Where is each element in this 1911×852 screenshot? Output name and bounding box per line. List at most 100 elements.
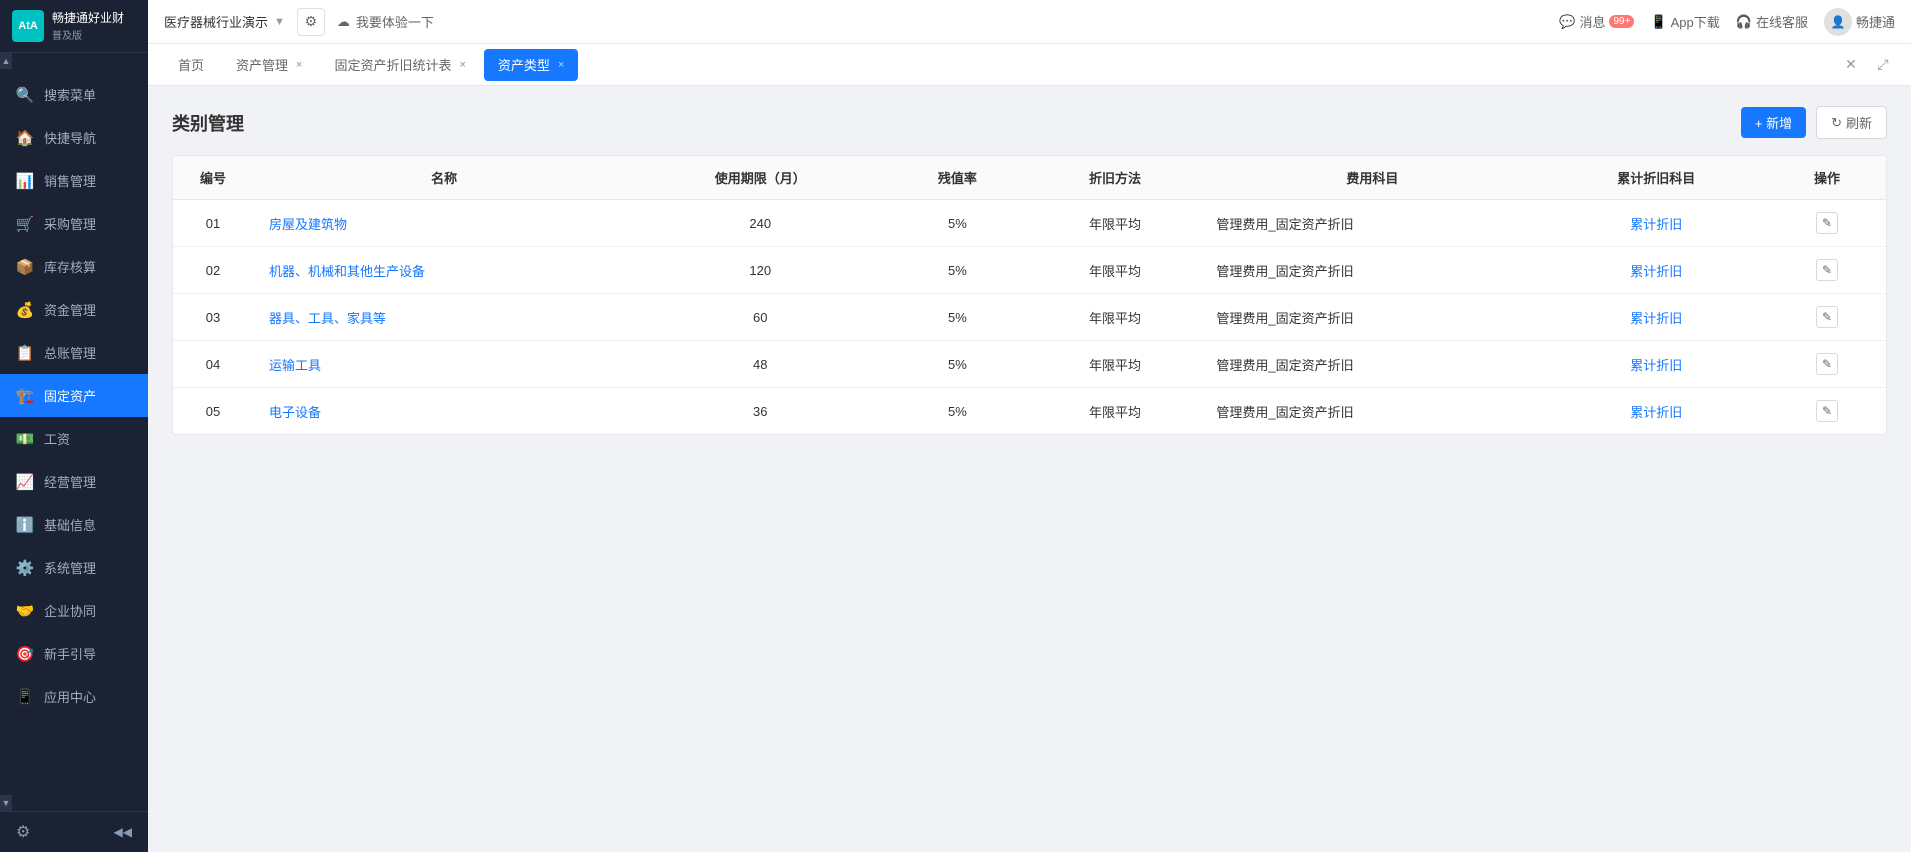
sidebar-scroll-up[interactable]: ▲: [0, 53, 12, 69]
header-actions: + 新增 ↻ 刷新: [1741, 106, 1887, 139]
sidebar-item-inventory[interactable]: 📦 库存核算: [0, 245, 148, 288]
col-header: 编号: [173, 156, 253, 200]
refresh-button[interactable]: ↻ 刷新: [1816, 106, 1887, 139]
sidebar-item-corp-collab[interactable]: 🤝 企业协同: [0, 589, 148, 632]
company-selector[interactable]: 医疗器械行业演示 ▼: [164, 12, 285, 31]
sidebar-item-label: 固定资产: [44, 386, 96, 405]
name-cell: 器具、工具、家具等: [253, 294, 635, 341]
edit-button[interactable]: ✎: [1816, 306, 1838, 328]
tab-asset-type[interactable]: 资产类型×: [484, 49, 578, 81]
residual-rate-cell: 5%: [885, 388, 1029, 435]
settings-icon[interactable]: ⚙: [16, 822, 30, 842]
sidebar-item-basic-info[interactable]: ℹ️ 基础信息: [0, 503, 148, 546]
acc-depreciation-cell: 累计折旧: [1544, 388, 1768, 435]
name-cell: 电子设备: [253, 388, 635, 435]
col-header: 名称: [253, 156, 635, 200]
topbar: 医疗器械行业演示 ▼ ⚙ ☁ 我要体验一下 💬 消息 99+ 📱 App下载 🎧…: [148, 0, 1911, 44]
page-title: 类别管理: [172, 110, 244, 136]
table-row: 03 器具、工具、家具等 60 5% 年限平均 管理费用_固定资产折旧 累计折旧…: [173, 294, 1886, 341]
mobile-icon: 📱: [1650, 14, 1666, 30]
fixed-assets-icon: 🏗️: [16, 387, 34, 405]
code-cell: 03: [173, 294, 253, 341]
guide-icon: 🎯: [16, 645, 34, 663]
table-row: 04 运输工具 48 5% 年限平均 管理费用_固定资产折旧 累计折旧 ✎: [173, 341, 1886, 388]
method-cell: 年限平均: [1030, 341, 1201, 388]
code-cell: 01: [173, 200, 253, 247]
method-cell: 年限平均: [1030, 388, 1201, 435]
fee-subject-cell: 管理费用_固定资产折旧: [1200, 294, 1544, 341]
experience-button[interactable]: ☁ 我要体验一下: [337, 12, 434, 31]
message-action[interactable]: 💬 消息 99+: [1559, 12, 1634, 31]
close-window-button[interactable]: ✕: [1839, 53, 1863, 77]
tab-label: 首页: [178, 55, 204, 74]
cloud-icon: ☁: [337, 14, 350, 30]
settings-button[interactable]: ⚙: [297, 8, 325, 36]
refresh-icon: ↻: [1831, 115, 1842, 131]
sidebar-item-finance[interactable]: 💰 资金管理: [0, 288, 148, 331]
edit-button[interactable]: ✎: [1816, 400, 1838, 422]
edit-button[interactable]: ✎: [1816, 212, 1838, 234]
tab-label: 固定资产折旧统计表: [334, 55, 451, 74]
inventory-icon: 📦: [16, 258, 34, 276]
edit-button[interactable]: ✎: [1816, 259, 1838, 281]
sidebar-item-purchase[interactable]: 🛒 采购管理: [0, 202, 148, 245]
sidebar: AtA 畅捷通好业财 普及版 ▲ 🔍 搜索菜单 🏠 快捷导航 📊 销售管理 🛒 …: [0, 0, 148, 852]
sidebar-item-payroll[interactable]: 💵 工资: [0, 417, 148, 460]
operations-icon: 📈: [16, 473, 34, 491]
sidebar-item-ledger[interactable]: 📋 总账管理: [0, 331, 148, 374]
sidebar-item-label: 库存核算: [44, 257, 96, 276]
headset-icon: 🎧: [1736, 14, 1752, 30]
company-name: 医疗器械行业演示: [164, 12, 268, 31]
sales-icon: 📊: [16, 172, 34, 190]
sidebar-item-guide[interactable]: 🎯 新手引导: [0, 632, 148, 675]
new-button[interactable]: + 新增: [1741, 107, 1806, 138]
tab-close-icon[interactable]: ×: [558, 59, 564, 71]
col-header: 残值率: [885, 156, 1029, 200]
customer-service-action[interactable]: 🎧 在线客服: [1736, 12, 1808, 31]
sidebar-item-label: 新手引导: [44, 644, 96, 663]
sidebar-scroll-down[interactable]: ▼: [0, 795, 12, 811]
fee-subject-cell: 管理费用_固定资产折旧: [1200, 200, 1544, 247]
maximize-window-button[interactable]: ⤢: [1871, 53, 1895, 77]
tab-close-icon[interactable]: ×: [459, 59, 465, 71]
purchase-icon: 🛒: [16, 215, 34, 233]
sidebar-item-operations[interactable]: 📈 经营管理: [0, 460, 148, 503]
name-cell: 运输工具: [253, 341, 635, 388]
fee-subject-cell: 管理费用_固定资产折旧: [1200, 247, 1544, 294]
sidebar-footer: ⚙ ◀◀: [0, 811, 148, 852]
action-cell: ✎: [1768, 388, 1886, 435]
table-row: 01 房屋及建筑物 240 5% 年限平均 管理费用_固定资产折旧 累计折旧 ✎: [173, 200, 1886, 247]
edit-button[interactable]: ✎: [1816, 353, 1838, 375]
collapse-icon[interactable]: ◀◀: [114, 825, 132, 839]
basic-info-icon: ℹ️: [16, 516, 34, 534]
category-table: 编号名称使用期限（月）残值率折旧方法费用科目累计折旧科目操作 01 房屋及建筑物…: [173, 156, 1886, 434]
sidebar-item-sales[interactable]: 📊 销售管理: [0, 159, 148, 202]
col-header: 累计折旧科目: [1544, 156, 1768, 200]
sidebar-item-label: 系统管理: [44, 558, 96, 577]
tab-close-icon[interactable]: ×: [296, 59, 302, 71]
tab-home[interactable]: 首页: [164, 49, 218, 81]
system-icon: ⚙️: [16, 559, 34, 577]
message-icon: 💬: [1559, 14, 1575, 30]
sidebar-item-system[interactable]: ⚙️ 系统管理: [0, 546, 148, 589]
tab-label: 资产管理: [236, 55, 288, 74]
table-header: 编号名称使用期限（月）残值率折旧方法费用科目累计折旧科目操作: [173, 156, 1886, 200]
user-menu[interactable]: 👤 畅捷通: [1824, 8, 1895, 36]
sidebar-item-label: 销售管理: [44, 171, 96, 190]
acc-depreciation-cell: 累计折旧: [1544, 200, 1768, 247]
sidebar-logo: AtA 畅捷通好业财 普及版: [0, 0, 148, 53]
residual-rate-cell: 5%: [885, 247, 1029, 294]
logo-text: 畅捷通好业财: [52, 10, 124, 27]
table-header-row: 编号名称使用期限（月）残值率折旧方法费用科目累计折旧科目操作: [173, 156, 1886, 200]
tab-asset-mgmt[interactable]: 资产管理 ×: [222, 49, 316, 81]
sidebar-item-search[interactable]: 🔍 搜索菜单: [0, 73, 148, 116]
col-header: 折旧方法: [1030, 156, 1201, 200]
tab-fixed-asset-depreciation[interactable]: 固定资产折旧统计表 ×: [320, 49, 479, 81]
app-center-icon: 📱: [16, 688, 34, 706]
app-download-action[interactable]: 📱 App下载: [1650, 12, 1719, 31]
window-controls: ✕ ⤢: [1839, 53, 1895, 77]
topbar-left: 医疗器械行业演示 ▼ ⚙ ☁ 我要体验一下: [164, 8, 434, 36]
sidebar-item-fixed-assets[interactable]: 🏗️ 固定资产: [0, 374, 148, 417]
sidebar-item-quick-nav[interactable]: 🏠 快捷导航: [0, 116, 148, 159]
sidebar-item-app-center[interactable]: 📱 应用中心: [0, 675, 148, 718]
